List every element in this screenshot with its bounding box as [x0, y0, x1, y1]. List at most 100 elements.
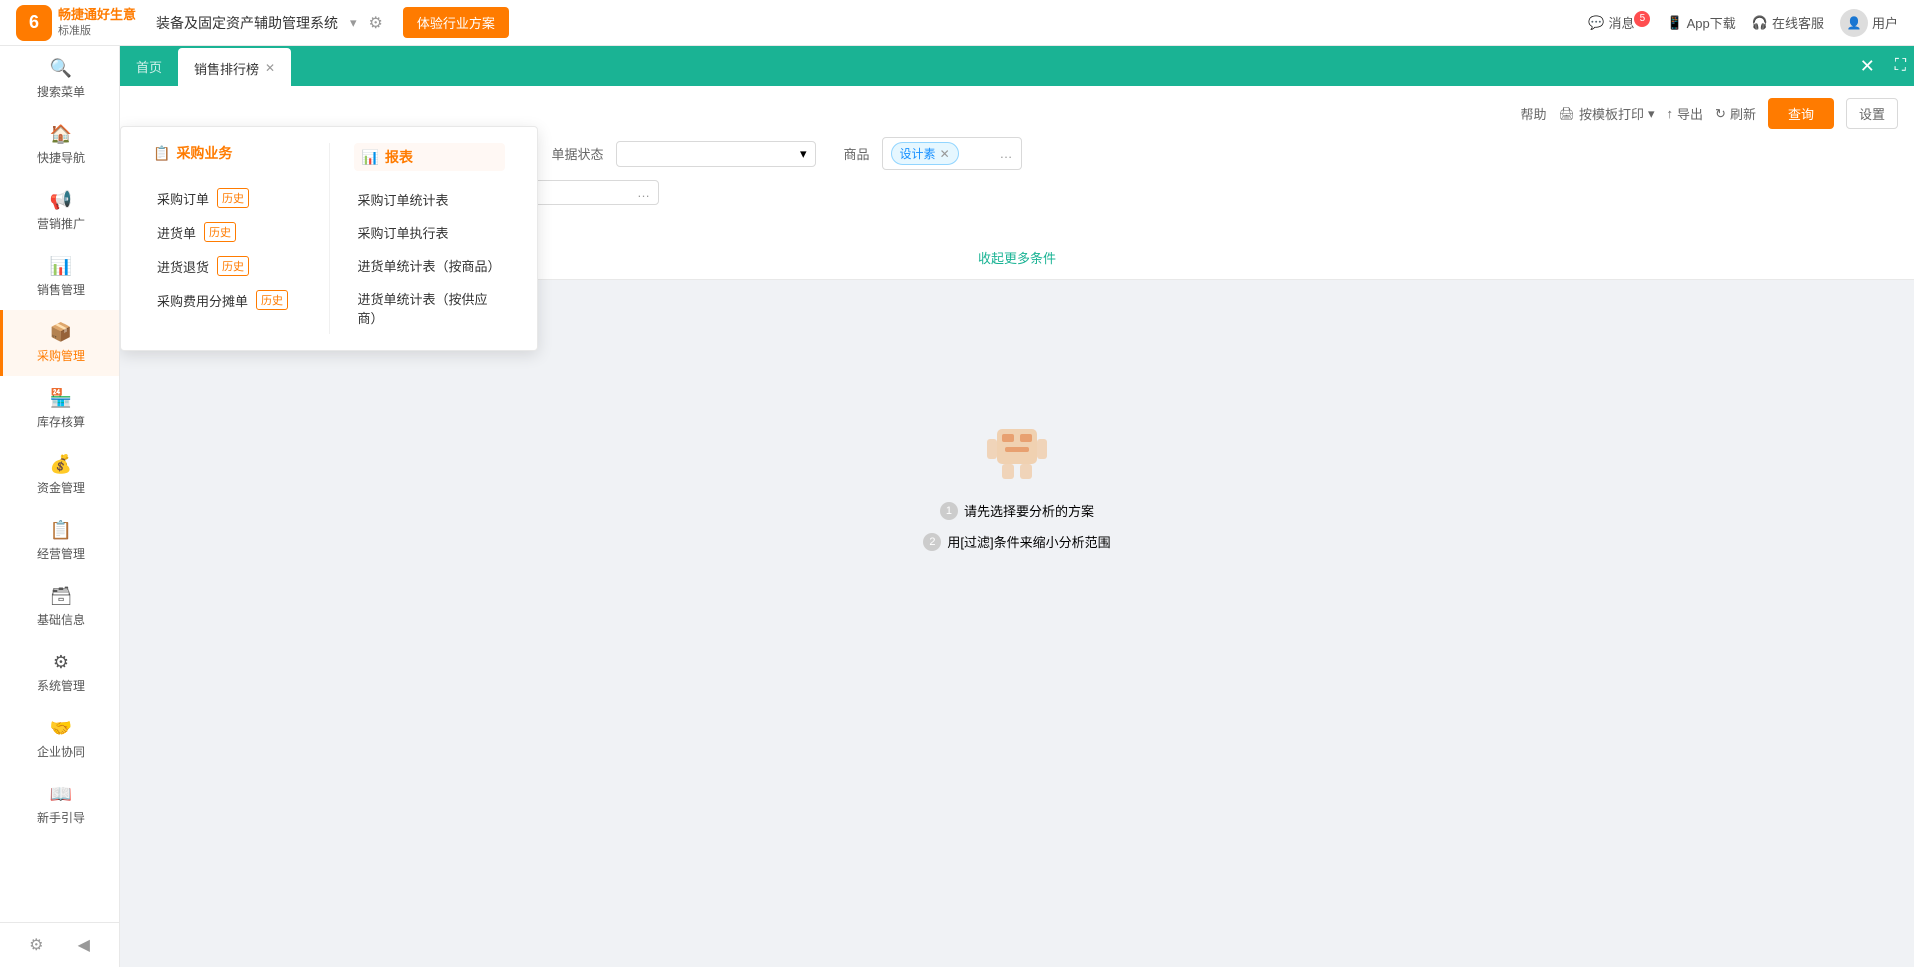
headset-icon: 🎧 [1752, 15, 1768, 31]
inventory-icon: 🏪 [50, 388, 72, 409]
user-menu-button[interactable]: 👤 用户 [1840, 9, 1898, 37]
ellipsis-icon2[interactable]: … [637, 185, 650, 200]
tab-home[interactable]: 首页 [120, 46, 178, 86]
online-service-button[interactable]: 🎧 在线客服 [1752, 13, 1824, 32]
title-arrow-icon[interactable]: ▾ [350, 15, 357, 31]
sidebar-item-guide[interactable]: 📖 新手引导 [0, 772, 119, 838]
menu-divider [329, 143, 330, 334]
system-icon: ⚙ [53, 652, 69, 673]
sidebar-item-enterprise[interactable]: 🤝 企业协同 [0, 706, 119, 772]
tabbar-close-icon[interactable]: ✕ [1848, 56, 1887, 77]
marketing-icon: 📢 [50, 190, 72, 211]
sidebar-item-finance[interactable]: 💰 资金管理 [0, 442, 119, 508]
sidebar-label-search: 搜索菜单 [37, 83, 85, 100]
sidebar-item-purchase[interactable]: 📦 采购管理 [0, 310, 119, 376]
menu-item-in-stat-goods[interactable]: 进货单统计表（按商品） [354, 249, 506, 282]
trial-button[interactable]: 体验行业方案 [403, 7, 509, 38]
main-layout: 🔍 搜索菜单 🏠 快捷导航 📢 营销推广 📊 销售管理 📦 采购管理 🏪 库存核… [0, 46, 1914, 967]
sidebar-item-sales[interactable]: 📊 销售管理 [0, 244, 119, 310]
sidebar-label-basic: 基础信息 [37, 611, 85, 628]
menu-item-order-exec[interactable]: 采购订单执行表 [354, 216, 506, 249]
sidebar-label-system: 系统管理 [37, 677, 85, 694]
message-badge: 5 [1634, 11, 1650, 27]
logo-text: 畅捷通好生意 标准版 [58, 7, 136, 38]
sidebar-label-enterprise: 企业协同 [37, 743, 85, 760]
hint-text-2: 用[过滤]条件来缩小分析范围 [947, 532, 1110, 551]
tab-close-icon[interactable]: ✕ [265, 61, 275, 75]
tabbar-expand-icon[interactable]: ⛶ [1887, 57, 1914, 75]
purchase-return-label: 进货退货 [157, 257, 209, 276]
sidebar-bottom: ⚙ ◀ [0, 922, 119, 967]
export-icon: ↑ [1667, 106, 1674, 121]
home-icon: 🏠 [50, 124, 72, 145]
purchase-order-history-badge[interactable]: 历史 [217, 188, 249, 208]
business-section-label: 采购业务 [176, 143, 232, 163]
sidebar-item-marketing[interactable]: 📢 营销推广 [0, 178, 119, 244]
settings-button[interactable]: 设置 [1846, 98, 1898, 129]
message-button[interactable]: 💬 消息 5 [1588, 13, 1650, 32]
sidebar-item-operation[interactable]: 📋 经营管理 [0, 508, 119, 574]
tabbar: 首页 销售排行榜 ✕ ✕ ⛶ [120, 46, 1914, 86]
operation-icon: 📋 [50, 520, 72, 541]
help-button[interactable]: 帮助 [1520, 104, 1546, 123]
sidebar-item-quick-nav[interactable]: 🏠 快捷导航 [0, 112, 119, 178]
brand-edition: 标准版 [58, 24, 136, 38]
report-section-icon: 📊 [362, 149, 379, 166]
business-section-icon: 📋 [153, 145, 170, 162]
menu-item-in-stat-supplier[interactable]: 进货单统计表（按供应商） [354, 282, 506, 334]
message-label: 消息 [1608, 13, 1634, 32]
sidebar-label-purchase: 采购管理 [37, 347, 85, 364]
print-button[interactable]: 🖨 按模板打印 ▾ [1558, 104, 1654, 123]
settings-gear-icon[interactable]: ⚙ [369, 13, 383, 33]
menu-item-purchase-order[interactable]: 采购订单 历史 [153, 181, 305, 215]
sidebar-settings-button[interactable]: ⚙ [29, 935, 43, 955]
hint-text-1: 请先选择要分析的方案 [964, 501, 1094, 520]
purchase-dropdown: 📋 采购业务 采购订单 历史 进货单 历史 进货退货 [120, 126, 538, 351]
tab-sales-rank[interactable]: 销售排行榜 ✕ [178, 48, 291, 88]
message-icon: 💬 [1588, 15, 1604, 31]
export-button[interactable]: ↑ 导出 [1667, 104, 1704, 123]
sidebar-label-guide: 新手引导 [37, 809, 85, 826]
ellipsis-icon[interactable]: … [1000, 146, 1013, 161]
purchase-fee-history-badge[interactable]: 历史 [256, 290, 288, 310]
tab-home-label: 首页 [136, 57, 162, 76]
sidebar-collapse-button[interactable]: ◀ [78, 935, 90, 955]
goods-tag-close-icon[interactable]: ✕ [940, 147, 950, 161]
status-label: 单据状态 [552, 144, 604, 163]
finance-icon: 💰 [50, 454, 72, 475]
more-conditions-button[interactable]: 收起更多条件 [978, 248, 1056, 267]
menu-item-purchase-in[interactable]: 进货单 历史 [153, 215, 305, 249]
system-title: 装备及固定资产辅助管理系统 [156, 13, 338, 33]
purchase-report-title: 📊 报表 [354, 143, 506, 171]
query-button[interactable]: 查询 [1768, 98, 1834, 129]
report-section-label: 报表 [385, 147, 413, 167]
menu-item-order-stat[interactable]: 采购订单统计表 [354, 183, 506, 216]
menu-item-purchase-return[interactable]: 进货退货 历史 [153, 249, 305, 283]
hint-num-2: 2 [923, 533, 941, 551]
logo-icon: 6 [16, 5, 52, 41]
purchase-icon: 📦 [50, 322, 72, 343]
sidebar-item-system[interactable]: ⚙ 系统管理 [0, 640, 119, 706]
topbar-right: 💬 消息 5 📱 App下载 🎧 在线客服 👤 用户 [1588, 9, 1898, 37]
in-stat-supplier-label: 进货单统计表（按供应商） [358, 289, 502, 327]
purchase-in-history-badge[interactable]: 历史 [204, 222, 236, 242]
sidebar-item-basic[interactable]: 🗃 基础信息 [0, 574, 119, 640]
sidebar: 🔍 搜索菜单 🏠 快捷导航 📢 营销推广 📊 销售管理 📦 采购管理 🏪 库存核… [0, 46, 120, 967]
order-stat-label: 采购订单统计表 [358, 190, 449, 209]
sidebar-label-marketing: 营销推广 [37, 215, 85, 232]
app-download-button[interactable]: 📱 App下载 [1666, 13, 1735, 32]
refresh-icon: ↻ [1715, 106, 1726, 122]
tab-sales-rank-label: 销售排行榜 [194, 59, 259, 78]
menu-item-purchase-fee[interactable]: 采购费用分摊单 历史 [153, 283, 305, 317]
goods-select[interactable]: 设计素 ✕ … [882, 137, 1022, 170]
goods-tag: 设计素 ✕ [891, 142, 959, 165]
purchase-return-history-badge[interactable]: 历史 [217, 256, 249, 276]
status-select[interactable]: ▾ [616, 141, 816, 167]
topbar: 6 畅捷通好生意 标准版 装备及固定资产辅助管理系统 ▾ ⚙ 体验行业方案 💬 … [0, 0, 1914, 46]
order-exec-label: 采购订单执行表 [358, 223, 449, 242]
sidebar-item-search[interactable]: 🔍 搜索菜单 [0, 46, 119, 112]
print-label: 按模板打印 [1579, 104, 1644, 123]
refresh-button[interactable]: ↻ 刷新 [1715, 104, 1756, 123]
avatar: 👤 [1840, 9, 1868, 37]
sidebar-item-inventory[interactable]: 🏪 库存核算 [0, 376, 119, 442]
